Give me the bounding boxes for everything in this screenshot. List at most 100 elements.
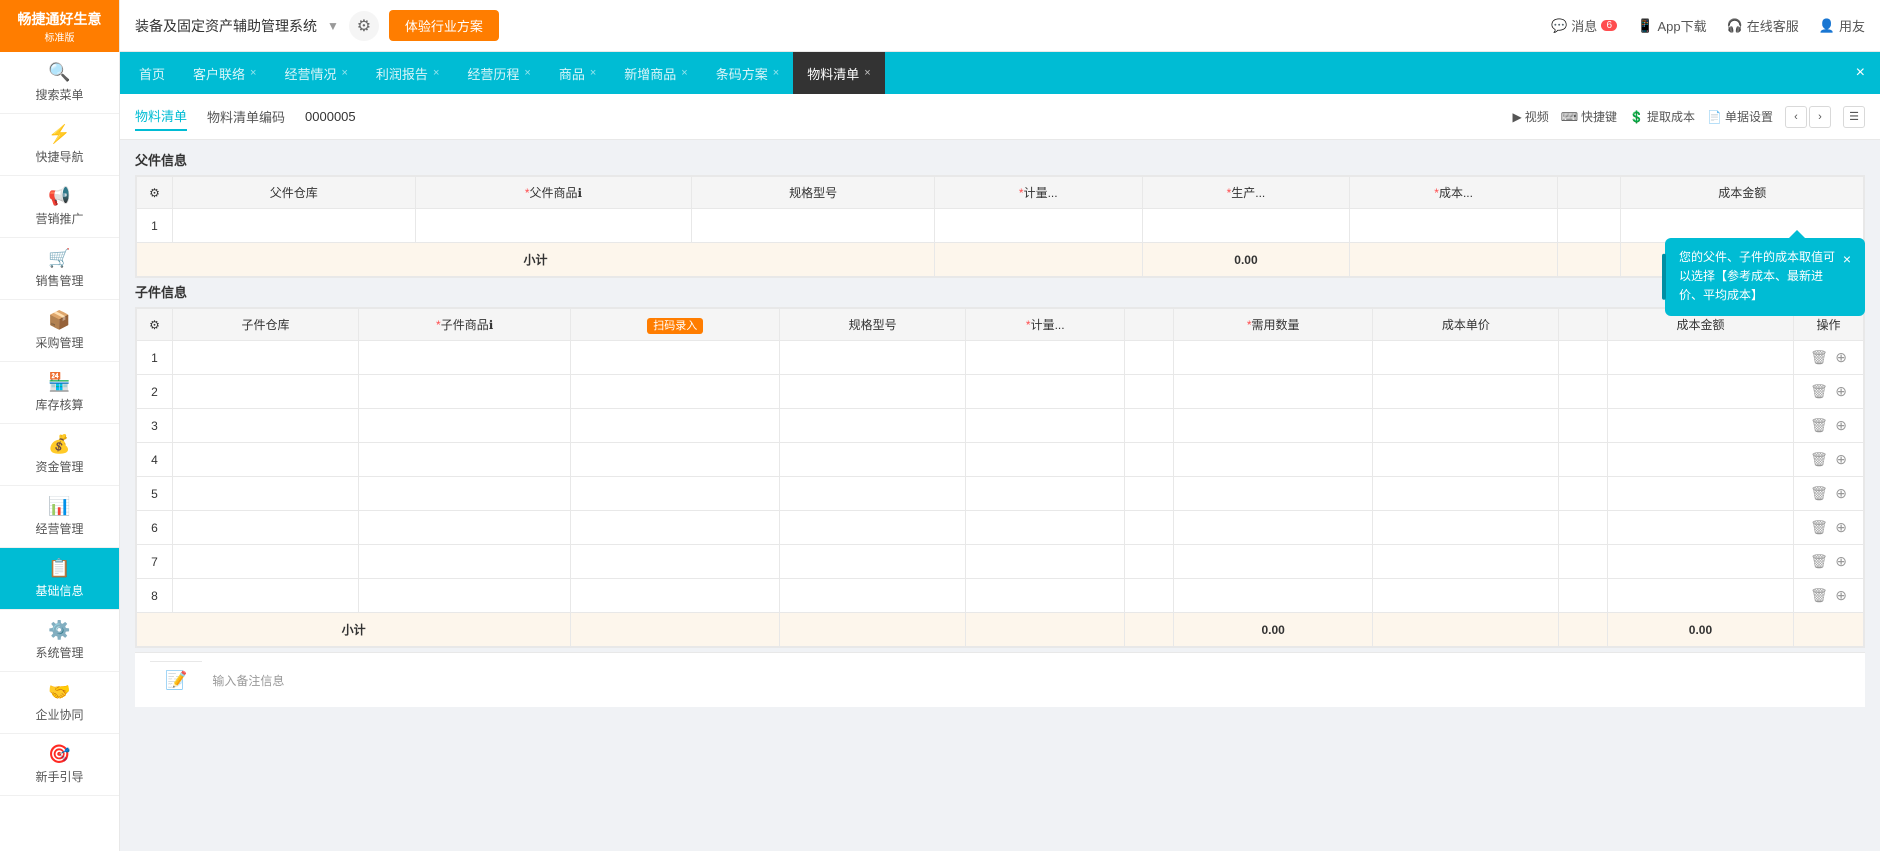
- sidebar-item-sales[interactable]: 🛒 销售管理: [0, 238, 119, 300]
- child-table-wrapper: ⚙ 子件仓库 *子件商品ℹ 扫码录入 规格型号 *计量... *需用数量 成本单…: [135, 307, 1865, 648]
- sidebar-item-operations[interactable]: 📊 经营管理: [0, 486, 119, 548]
- chart-icon: 📊: [48, 496, 70, 517]
- child-row7-delete-button[interactable]: 🗑: [1810, 553, 1828, 569]
- shortcut-button[interactable]: ⌨ 快捷键: [1561, 108, 1617, 125]
- sidebar-item-guide[interactable]: 🎯 新手引导: [0, 734, 119, 796]
- child-row4-copy-button[interactable]: ⊕: [1835, 451, 1847, 467]
- child-row1-unit-cost[interactable]: [1373, 341, 1559, 375]
- top-header: 装备及固定资产辅助管理系统 ▼ ⚙ 体验行业方案 💬 消息 6 📱 App下载 …: [120, 0, 1880, 52]
- next-arrow[interactable]: ›: [1809, 106, 1831, 128]
- app-download-button[interactable]: 📱 App下载: [1637, 16, 1706, 35]
- online-service-button[interactable]: 🎧 在线客服: [1727, 16, 1799, 35]
- child-row1-qty[interactable]: [1174, 341, 1373, 375]
- child-row2-unit-cost[interactable]: [1373, 375, 1559, 409]
- close-all-tabs-button[interactable]: ×: [1846, 64, 1875, 82]
- clipboard-icon: 📋: [48, 558, 70, 579]
- child-row-8: 8 🗑 ⊕: [137, 579, 1864, 613]
- tab-goods[interactable]: 商品 ×: [545, 52, 610, 94]
- child-row3-copy-button[interactable]: ⊕: [1835, 417, 1847, 433]
- child-row2-spec[interactable]: [780, 375, 966, 409]
- child-col-scan[interactable]: 扫码录入: [571, 309, 780, 341]
- single-settings-button[interactable]: 📄 单据设置: [1707, 108, 1773, 125]
- child-row6-delete-button[interactable]: 🗑: [1810, 519, 1828, 535]
- tab-customer-close[interactable]: ×: [250, 67, 256, 79]
- tab-goods-close[interactable]: ×: [590, 67, 596, 79]
- parent-row1-spec[interactable]: [692, 209, 935, 243]
- settings-button[interactable]: ⚙: [349, 11, 379, 41]
- tab-profit-close[interactable]: ×: [433, 67, 439, 79]
- child-row2-qty[interactable]: [1174, 375, 1373, 409]
- user-button[interactable]: 👤 用友: [1819, 16, 1865, 35]
- single-settings-label: 单据设置: [1725, 108, 1773, 125]
- parent-row1-warehouse[interactable]: [173, 209, 416, 243]
- parent-col-amount: 成本金额: [1621, 177, 1864, 209]
- child-row3-delete-button[interactable]: 🗑: [1810, 417, 1828, 433]
- child-row5-copy-button[interactable]: ⊕: [1835, 485, 1847, 501]
- parent-row1-unit[interactable]: [934, 209, 1142, 243]
- child-row2-warehouse[interactable]: [173, 375, 359, 409]
- child-row1-delete-button[interactable]: 🗑: [1810, 349, 1828, 365]
- view-button[interactable]: ▶ 视频: [1512, 108, 1548, 125]
- child-row2-goods[interactable]: [358, 375, 570, 409]
- message-button[interactable]: 💬 消息 6: [1551, 16, 1617, 35]
- sidebar-item-basic-info[interactable]: 📋 基础信息: [0, 548, 119, 610]
- parent-row1-goods[interactable]: [415, 209, 692, 243]
- parent-row1-num: 1: [137, 209, 173, 243]
- sidebar-item-purchase[interactable]: 📦 采购管理: [0, 300, 119, 362]
- child-row1-unit[interactable]: [966, 341, 1125, 375]
- child-row4-delete-button[interactable]: 🗑: [1810, 451, 1828, 467]
- sidebar-item-system[interactable]: ⚙️ 系统管理: [0, 610, 119, 672]
- cart-icon: 🛒: [48, 248, 70, 269]
- extract-cost-button[interactable]: 💲 提取成本: [1629, 108, 1695, 125]
- sidebar-item-inventory[interactable]: 🏪 库存核算: [0, 362, 119, 424]
- child-row5-delete-button[interactable]: 🗑: [1810, 485, 1828, 501]
- parent-row1-produce[interactable]: [1142, 209, 1350, 243]
- sidebar-item-marketing[interactable]: 📢 营销推广: [0, 176, 119, 238]
- parent-row1-cost[interactable]: [1350, 209, 1558, 243]
- sidebar-item-quick-nav[interactable]: ⚡ 快捷导航: [0, 114, 119, 176]
- grid-view-button[interactable]: ☰: [1843, 106, 1865, 128]
- extract-icon: 💲: [1629, 110, 1644, 124]
- sub-tab-bom[interactable]: 物料清单: [135, 102, 187, 131]
- tab-bom-close[interactable]: ×: [864, 67, 870, 79]
- content-area: 物料清单 物料清单编码 0000005 ▶ 视频 ⌨ 快捷键 💲 提取成本 📄: [120, 94, 1880, 851]
- tab-operations-close[interactable]: ×: [341, 67, 347, 79]
- child-row2-copy-button[interactable]: ⊕: [1835, 383, 1847, 399]
- child-row1-warehouse[interactable]: [173, 341, 359, 375]
- child-row1-spec[interactable]: [780, 341, 966, 375]
- sidebar-label-inventory: 库存核算: [35, 396, 83, 413]
- child-row1-goods[interactable]: [358, 341, 570, 375]
- tab-bom[interactable]: 物料清单 ×: [793, 52, 884, 94]
- tab-barcode-close[interactable]: ×: [773, 67, 779, 79]
- child-row8-copy-button[interactable]: ⊕: [1835, 587, 1847, 603]
- message-badge: 6: [1601, 20, 1617, 31]
- tab-history-close[interactable]: ×: [524, 67, 530, 79]
- tab-customer[interactable]: 客户联络 ×: [179, 52, 270, 94]
- child-row2-unit[interactable]: [966, 375, 1125, 409]
- child-row8-delete-button[interactable]: 🗑: [1810, 587, 1828, 603]
- sidebar-label-search: 搜索菜单: [35, 86, 83, 103]
- child-row1-copy-button[interactable]: ⊕: [1835, 349, 1847, 365]
- child-row6-copy-button[interactable]: ⊕: [1835, 519, 1847, 535]
- prev-arrow[interactable]: ‹: [1785, 106, 1807, 128]
- sidebar-item-search[interactable]: 🔍 搜索菜单: [0, 52, 119, 114]
- tooltip-close-button[interactable]: ×: [1843, 248, 1851, 270]
- trial-button[interactable]: 体验行业方案: [389, 10, 499, 41]
- tab-barcode[interactable]: 条码方案 ×: [702, 52, 793, 94]
- tab-profit[interactable]: 利润报告 ×: [362, 52, 453, 94]
- child-row2-delete-button[interactable]: 🗑: [1810, 383, 1828, 399]
- child-row8-num: 8: [137, 579, 173, 613]
- tab-history[interactable]: 经营历程 ×: [453, 52, 544, 94]
- sidebar-item-enterprise[interactable]: 🤝 企业协同: [0, 672, 119, 734]
- system-dropdown-arrow[interactable]: ▼: [327, 19, 339, 33]
- tab-operations[interactable]: 经营情况 ×: [270, 52, 361, 94]
- child-row7-copy-button[interactable]: ⊕: [1835, 553, 1847, 569]
- tab-home[interactable]: 首页: [125, 52, 179, 94]
- child-row1-action: 🗑 ⊕: [1794, 341, 1864, 375]
- child-col-unit: *计量...: [966, 309, 1125, 341]
- tab-new-goods[interactable]: 新增商品 ×: [610, 52, 701, 94]
- sidebar-item-finance[interactable]: 💰 资金管理: [0, 424, 119, 486]
- tab-new-goods-close[interactable]: ×: [681, 67, 687, 79]
- note-placeholder[interactable]: 输入备注信息: [212, 672, 284, 689]
- tab-bom-label: 物料清单: [807, 64, 859, 83]
